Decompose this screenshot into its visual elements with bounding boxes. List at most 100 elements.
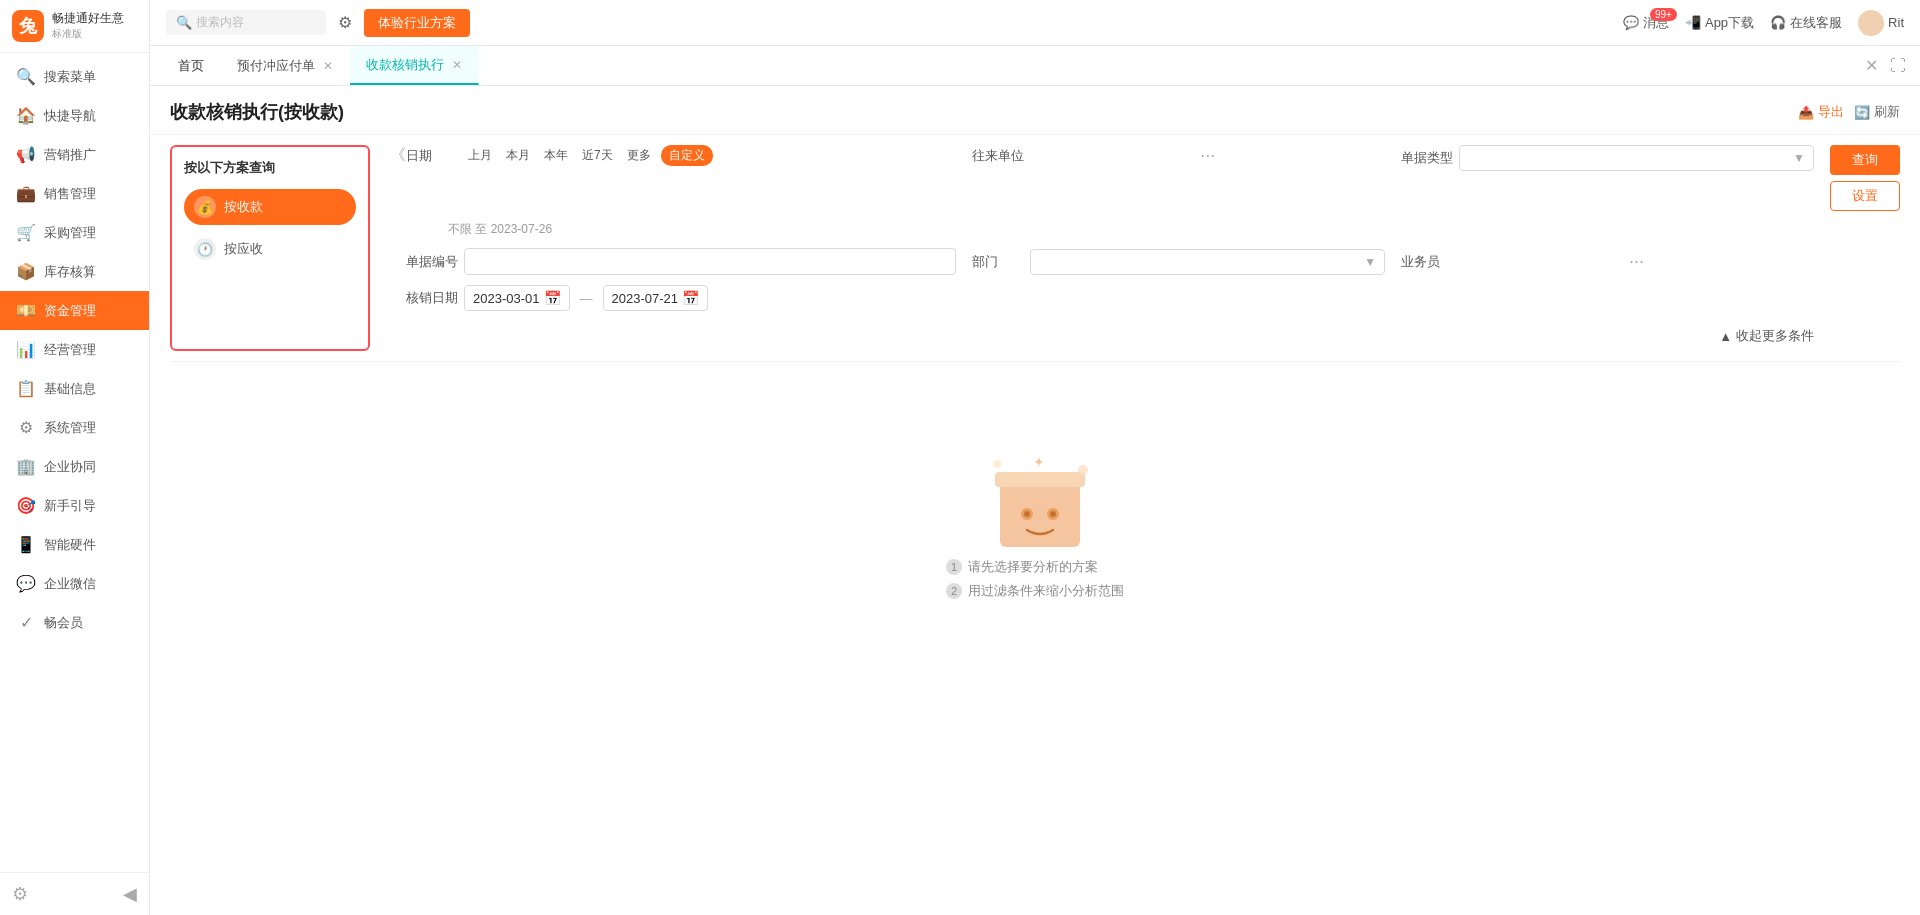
- date-tabs-group: 上月 本月 本年 近7天 更多 自定义: [464, 145, 956, 166]
- collapse-more-button[interactable]: ▲ 收起更多条件: [1719, 321, 1814, 351]
- receivable-icon: 🕐: [194, 238, 216, 260]
- sidebar-item-guide[interactable]: 🎯 新手引导: [0, 486, 149, 525]
- sidebar-item-wechat[interactable]: 💬 企业微信: [0, 564, 149, 603]
- sidebar-item-system[interactable]: ⚙ 系统管理: [0, 408, 149, 447]
- sidebar-item-finance[interactable]: 💴 资金管理: [0, 291, 149, 330]
- logo-icon: 兔: [12, 10, 44, 42]
- date-label: 日期: [406, 147, 458, 165]
- verify-date-end[interactable]: 2023-07-21 📅: [603, 285, 709, 311]
- filter-option-receivable[interactable]: 🕐 按应收: [184, 231, 356, 267]
- sidebar-item-quicknav[interactable]: 🏠 快捷导航: [0, 96, 149, 135]
- doctype-label: 单据类型: [1401, 149, 1453, 167]
- calendar-start-icon: 📅: [544, 290, 561, 306]
- svg-text:✦: ✦: [1033, 454, 1045, 470]
- tabbar: 首页 预付冲应付单 ✕ 收款核销执行 ✕ ✕ ⛶: [150, 46, 1920, 86]
- tab-prepay[interactable]: 预付冲应付单 ✕: [221, 46, 350, 85]
- filter-sidebar-title: 按以下方案查询: [184, 159, 356, 177]
- svg-point-5: [1050, 511, 1056, 517]
- dept-chevron-down-icon: ▼: [1364, 255, 1376, 269]
- tab-prepay-close[interactable]: ✕: [323, 59, 333, 73]
- settings-icon[interactable]: ⚙: [12, 883, 28, 905]
- page-panel: 收款核销执行(按收款) 📤 导出 🔄 刷新 按以下方案查询: [150, 86, 1920, 915]
- dept-select[interactable]: ▼: [1030, 249, 1385, 275]
- hint-num-2: 2: [946, 583, 962, 599]
- staff-field-group: 业务员 ···: [1401, 251, 1814, 272]
- refresh-label: 刷新: [1874, 103, 1900, 121]
- svg-point-6: [1078, 465, 1088, 475]
- refresh-button[interactable]: 🔄 刷新: [1854, 103, 1900, 121]
- app-download-button[interactable]: 📲 App下载: [1685, 14, 1754, 32]
- staff-input[interactable]: ···: [1459, 251, 1814, 272]
- tab-receipt[interactable]: 收款核销执行 ✕: [350, 46, 479, 85]
- filter-option-receipt[interactable]: 💰 按收款: [184, 189, 356, 225]
- verify-date-start[interactable]: 2023-03-01 📅: [464, 285, 570, 311]
- inventory-icon: 📦: [16, 262, 36, 281]
- date-range-separator: —: [580, 291, 593, 306]
- main-content: 🔍 搜索内容 ⚙ 体验行业方案 💬 消息 99+ 📲 App下载 🎧 在线客服: [150, 0, 1920, 915]
- verify-date-field-group: 核销日期 2023-03-01 📅 — 2023-07-21 📅: [406, 285, 956, 311]
- calendar-end-icon: 📅: [682, 290, 699, 306]
- topbar-gear-icon[interactable]: ⚙: [338, 13, 352, 32]
- sidebar-item-inventory[interactable]: 📦 库存核算: [0, 252, 149, 291]
- query-button[interactable]: 查询: [1830, 145, 1900, 175]
- finance-icon: 💴: [16, 301, 36, 320]
- dept-label: 部门: [972, 253, 1024, 271]
- basic-icon: 📋: [16, 379, 36, 398]
- message-icon: 💬: [1623, 15, 1639, 30]
- sidebar-label-management: 经营管理: [44, 341, 96, 359]
- chevron-down-icon: ▼: [1793, 151, 1805, 165]
- verify-date-label: 核销日期: [406, 289, 458, 307]
- date-tab-this-month[interactable]: 本月: [502, 146, 534, 165]
- date-tab-custom[interactable]: 自定义: [661, 145, 713, 166]
- tab-close-all-icon[interactable]: ✕: [1863, 54, 1880, 77]
- tab-prepay-label: 预付冲应付单: [237, 57, 315, 75]
- date-tab-last-month[interactable]: 上月: [464, 146, 496, 165]
- sidebar-item-member[interactable]: ✓ 畅会员: [0, 603, 149, 642]
- sidebar-item-sales[interactable]: 💼 销售管理: [0, 174, 149, 213]
- date-tab-7days[interactable]: 近7天: [578, 146, 617, 165]
- collapse-sidebar-icon[interactable]: ◀: [123, 883, 137, 905]
- export-button[interactable]: 📤 导出: [1798, 103, 1844, 121]
- tab-home[interactable]: 首页: [162, 46, 221, 85]
- cooperation-icon: 🏢: [16, 457, 36, 476]
- sidebar-item-marketing[interactable]: 📢 营销推广: [0, 135, 149, 174]
- sidebar-label-quicknav: 快捷导航: [44, 107, 96, 125]
- topbar: 🔍 搜索内容 ⚙ 体验行业方案 💬 消息 99+ 📲 App下载 🎧 在线客服: [150, 0, 1920, 46]
- tab-expand-icon[interactable]: ⛶: [1888, 55, 1908, 77]
- trial-button[interactable]: 体验行业方案: [364, 9, 470, 37]
- doctype-select[interactable]: ▼: [1459, 145, 1814, 171]
- topbar-search[interactable]: 🔍 搜索内容: [166, 10, 326, 35]
- sidebar-label-system: 系统管理: [44, 419, 96, 437]
- docnumber-label: 单据编号: [406, 253, 458, 271]
- sidebar-item-management[interactable]: 📊 经营管理: [0, 330, 149, 369]
- dept-field-group: 部门 ▼: [972, 249, 1385, 275]
- docnumber-input[interactable]: [464, 248, 956, 275]
- user-profile[interactable]: Rit: [1858, 10, 1904, 36]
- settings-button[interactable]: 设置: [1830, 181, 1900, 211]
- headset-icon: 🎧: [1770, 15, 1786, 30]
- sidebar-label-guide: 新手引导: [44, 497, 96, 515]
- empty-hint-1: 1 请先选择要分析的方案: [946, 558, 1124, 576]
- filter-actions: 查询 设置: [1830, 145, 1900, 211]
- tab-receipt-close[interactable]: ✕: [452, 58, 462, 72]
- tabbar-actions: ✕ ⛶: [1863, 54, 1908, 77]
- filter-sidebar-collapse-icon[interactable]: 《: [390, 145, 406, 351]
- sidebar-label-cooperation: 企业协同: [44, 458, 96, 476]
- sidebar-item-search[interactable]: 🔍 搜索菜单: [0, 57, 149, 96]
- system-icon: ⚙: [16, 418, 36, 437]
- svg-rect-0: [1000, 482, 1080, 547]
- sidebar-item-cooperation[interactable]: 🏢 企业协同: [0, 447, 149, 486]
- content-area: 收款核销执行(按收款) 📤 导出 🔄 刷新 按以下方案查询: [150, 86, 1920, 915]
- sidebar-item-purchase[interactable]: 🛒 采购管理: [0, 213, 149, 252]
- date-secondary-info: 不限 至 2023-07-26: [448, 221, 1900, 238]
- avatar: [1858, 10, 1884, 36]
- sidebar-label-hardware: 智能硬件: [44, 536, 96, 554]
- message-button[interactable]: 💬 消息 99+: [1623, 14, 1669, 32]
- service-button[interactable]: 🎧 在线客服: [1770, 14, 1842, 32]
- date-tab-more[interactable]: 更多: [623, 146, 655, 165]
- partner-input[interactable]: ···: [1030, 145, 1385, 166]
- sidebar-item-hardware[interactable]: 📱 智能硬件: [0, 525, 149, 564]
- refresh-icon: 🔄: [1854, 105, 1870, 120]
- sidebar-item-basic[interactable]: 📋 基础信息: [0, 369, 149, 408]
- date-tab-this-year[interactable]: 本年: [540, 146, 572, 165]
